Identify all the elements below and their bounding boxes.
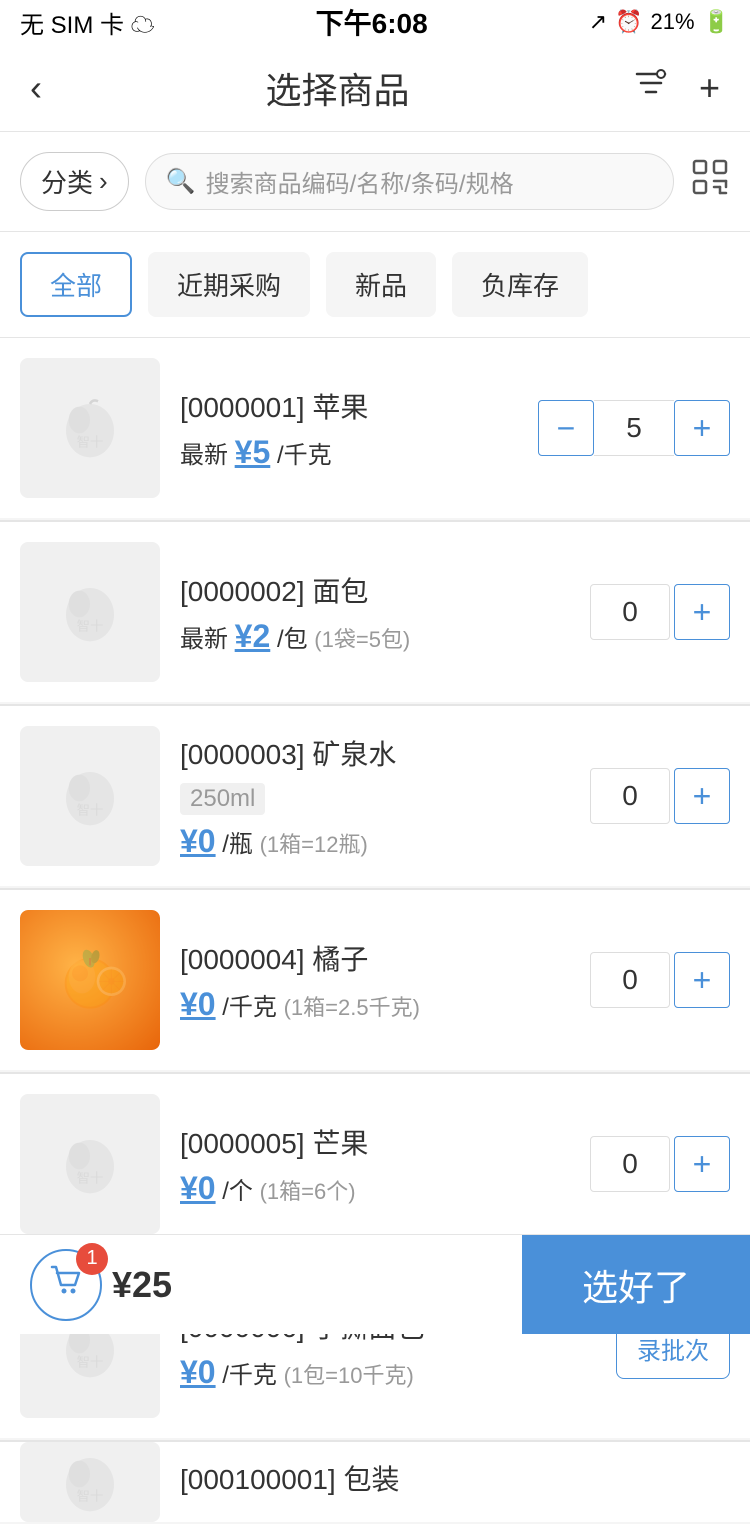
product-image: 智十 [20,1094,160,1234]
quantity-input[interactable] [594,400,674,456]
cart-badge: 1 [76,1243,108,1275]
cart-icon-button[interactable]: 1 [30,1249,102,1321]
product-price: ¥0 /个 (1箱=6个) [180,1170,570,1207]
product-info: [000100001] 包装 [180,1458,730,1506]
quantity-input[interactable] [590,1136,670,1192]
search-box[interactable]: 🔍 搜索商品编码/名称/条码/规格 [145,153,674,210]
product-image: 智十 [20,358,160,498]
product-info: [0000003] 矿泉水 250ml ¥0 /瓶 (1箱=12瓶) [180,733,570,860]
product-image: 智十 [20,726,160,866]
product-image: 智十 [20,542,160,682]
quantity-decrease-button[interactable]: − [538,400,594,456]
quantity-control: + [590,584,730,640]
product-info: [0000001] 苹果 最新 ¥5 /千克 [180,386,518,471]
quantity-input[interactable] [590,768,670,824]
tab-negative[interactable]: 负库存 [452,252,588,317]
product-name: [0000001] 苹果 [180,386,518,426]
svg-text:智十: 智十 [77,803,104,818]
product-name: [0000002] 面包 [180,570,570,610]
toolbar: 分类 › 🔍 搜索商品编码/名称/条码/规格 [0,132,750,232]
table-row: 智十 [0000005] 芒果 ¥0 /个 (1箱=6个) + [0,1074,750,1254]
product-name: [0000005] 芒果 [180,1122,570,1162]
table-row: 智十 [0000002] 面包 最新 ¥2 /包 (1袋=5包) + [0,522,750,702]
orange-image [20,910,160,1050]
quantity-control: + [590,768,730,824]
svg-text:智十: 智十 [77,1171,104,1186]
product-price: ¥0 /千克 (1箱=2.5千克) [180,986,570,1023]
product-price: ¥0 /千克 (1包=10千克) [180,1354,596,1391]
product-info: [0000005] 芒果 ¥0 /个 (1箱=6个) [180,1122,570,1207]
table-row: 智十 [000100001] 包装 [0,1442,750,1522]
svg-text:智十: 智十 [77,619,104,634]
product-name: [0000003] 矿泉水 [180,733,570,773]
page-title: 选择商品 [265,62,409,114]
product-price: 最新 ¥5 /千克 [180,434,518,471]
quantity-increase-button[interactable]: + [674,768,730,824]
svg-text:智十: 智十 [77,435,104,450]
table-row: [0000004] 橘子 ¥0 /千克 (1箱=2.5千克) + [0,890,750,1070]
scan-icon[interactable] [690,157,730,206]
product-image: 智十 [20,1442,160,1522]
product-price: ¥0 /瓶 (1箱=12瓶) [180,823,570,860]
tab-recent[interactable]: 近期采购 [148,252,310,317]
product-info: [0000002] 面包 最新 ¥2 /包 (1袋=5包) [180,570,570,655]
location-icon: ↗ [589,9,607,35]
cart-section: 1 ¥25 [0,1249,522,1321]
product-spec: 250ml [180,783,265,815]
svg-text:智十: 智十 [77,1355,104,1370]
cart-total: ¥25 [112,1264,172,1306]
status-bar: 无 SIM 卡 ☁ 下午6:08 ↗ ⏰ 21% 🔋 [0,0,750,44]
product-price: 最新 ¥2 /包 (1袋=5包) [180,618,570,655]
filter-tabs: 全部 近期采购 新品 负库存 [0,232,750,338]
sim-status: 无 SIM 卡 ☁ [20,5,155,40]
category-label: 分类 [41,163,93,200]
add-button[interactable]: + [699,67,720,109]
search-placeholder: 搜索商品编码/名称/条码/规格 [206,164,514,199]
filter-icon[interactable] [633,65,669,110]
alarm-icon: ⏰ [615,9,642,35]
table-row: 智十 [0000003] 矿泉水 250ml ¥0 /瓶 (1箱=12瓶) + [0,706,750,886]
quantity-control: + [590,952,730,1008]
chevron-right-icon: › [99,166,108,197]
quantity-control: − + [538,400,730,456]
table-row: 智十 [0000001] 苹果 最新 ¥5 /千克 − + [0,338,750,518]
tab-all[interactable]: 全部 [20,252,132,317]
quantity-increase-button[interactable]: + [674,584,730,640]
svg-text:智十: 智十 [77,1489,104,1504]
battery-icon: 🔋 [703,9,730,35]
quantity-increase-button[interactable]: + [674,952,730,1008]
quantity-input[interactable] [590,584,670,640]
product-name: [000100001] 包装 [180,1458,730,1498]
product-info: [0000004] 橘子 ¥0 /千克 (1箱=2.5千克) [180,938,570,1023]
quantity-increase-button[interactable]: + [674,1136,730,1192]
back-button[interactable]: ‹ [30,67,42,109]
tab-new[interactable]: 新品 [326,252,436,317]
battery-level: 21% [651,9,695,35]
product-image [20,910,160,1050]
confirm-button[interactable]: 选好了 [522,1235,750,1334]
status-right: ↗ ⏰ 21% 🔋 [589,9,730,35]
cart-icon [48,1263,84,1306]
status-time: 下午6:08 [316,2,428,42]
search-icon: 🔍 [166,167,196,196]
nav-actions: + [633,65,720,110]
product-name: [0000004] 橘子 [180,938,570,978]
quantity-control: + [590,1136,730,1192]
quantity-increase-button[interactable]: + [674,400,730,456]
quantity-input[interactable] [590,952,670,1008]
nav-bar: ‹ 选择商品 + [0,44,750,132]
bottom-bar: 1 ¥25 选好了 [0,1234,750,1334]
product-list: 智十 [0000001] 苹果 最新 ¥5 /千克 − + 智十 [0,338,750,1522]
category-button[interactable]: 分类 › [20,152,129,211]
status-left: 无 SIM 卡 ☁ [20,5,155,40]
